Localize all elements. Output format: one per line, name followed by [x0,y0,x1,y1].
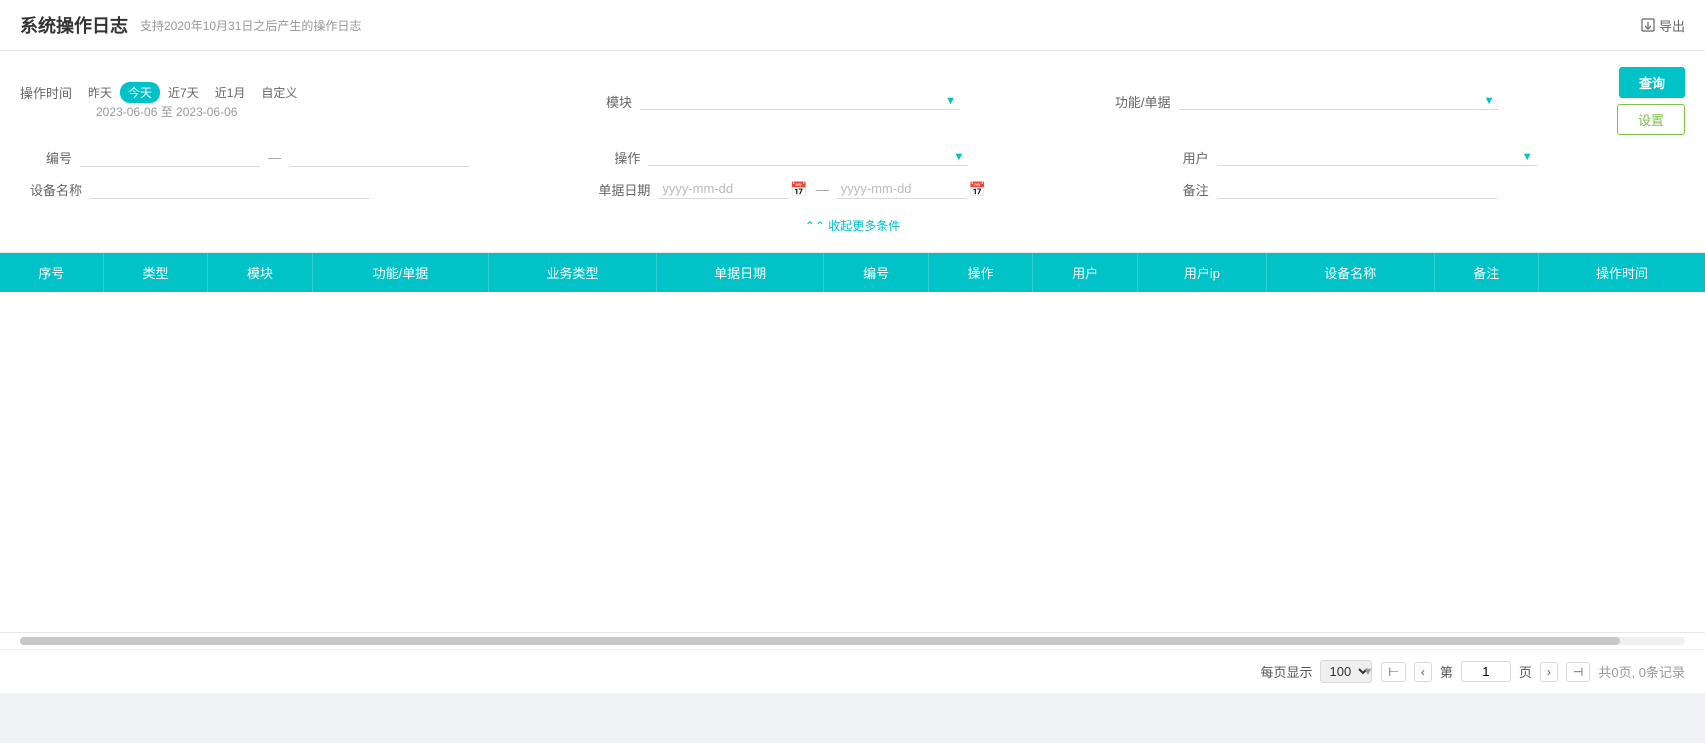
doc-date-dash: — [816,182,829,197]
func-filter-segment: 功能/单据 ▼ [1109,92,1598,111]
main-content: 序号 类型 模块 功能/单据 业务类型 单据日期 编号 操作 用户 用户ip 设… [0,253,1705,632]
collapse-up-icon: ⌃⌃ [805,219,828,233]
page-header: 系统操作日志 支持2020年10月31日之后产生的操作日志 导出 [0,0,1705,51]
collapse-button[interactable]: ⌃⌃ 收起更多条件 [805,217,900,234]
time-filter-segment: 操作时间 昨天 今天 近7天 近1月 自定义 2023-06-06 至 2023… [20,82,540,120]
time-btn-yesterday[interactable]: 昨天 [80,82,120,103]
col-op-time: 操作时间 [1539,253,1705,292]
data-table: 序号 类型 模块 功能/单据 业务类型 单据日期 编号 操作 用户 用户ip 设… [0,253,1705,292]
time-btn-custom[interactable]: 自定义 [253,82,305,103]
module-select[interactable]: ▼ [640,93,960,110]
col-code: 编号 [824,253,928,292]
code-dash: — [268,150,281,165]
operation-chevron-icon: ▼ [953,151,964,163]
export-label: 导出 [1659,16,1685,35]
collapse-label: 收起更多条件 [828,219,900,233]
page-size-select[interactable]: 100 50 200 [1320,660,1372,683]
last-page-button[interactable]: ⊣ [1566,662,1590,682]
calendar-from-icon[interactable]: 📅 [790,181,807,198]
page-summary: 共0页, 0条记录 [1598,662,1685,681]
remark-label: 备注 [1157,180,1217,199]
empty-area [0,292,1705,632]
page-subtitle: 支持2020年10月31日之后产生的操作日志 [140,17,361,34]
table-header: 序号 类型 模块 功能/单据 业务类型 单据日期 编号 操作 用户 用户ip 设… [0,253,1705,292]
filter-row-1: 操作时间 昨天 今天 近7天 近1月 自定义 2023-06-06 至 2023… [20,67,1685,135]
col-operation: 操作 [928,253,1032,292]
func-label: 功能/单据 [1109,92,1179,111]
first-page-button[interactable]: ⊢ [1381,662,1405,682]
operation-select[interactable]: ▼ [648,149,968,166]
col-user: 用户 [1033,253,1137,292]
table-header-row: 序号 类型 模块 功能/单据 业务类型 单据日期 编号 操作 用户 用户ip 设… [0,253,1705,292]
scrollbar-thumb[interactable] [20,637,1620,645]
col-type: 类型 [103,253,207,292]
col-biz-type: 业务类型 [489,253,657,292]
col-user-ip: 用户ip [1137,253,1266,292]
time-label: 操作时间 [20,83,80,102]
filter-row-2: 编号 — 操作 ▼ 用户 ▼ [20,147,1685,167]
export-button[interactable]: 导出 [1641,16,1685,35]
module-label: 模块 [580,92,640,111]
settings-button[interactable]: 设置 [1617,104,1685,135]
time-btn-7days[interactable]: 近7天 [160,82,207,103]
collapse-bar: ⌃⌃ 收起更多条件 [20,211,1685,244]
col-index: 序号 [0,253,103,292]
time-date-range: 2023-06-06 至 2023-06-06 [96,105,237,119]
device-filter-segment: 设备名称 [20,179,548,199]
page-title: 系统操作日志 [20,12,128,38]
remark-filter-segment: 备注 [1157,179,1685,199]
scroll-bar-area [0,632,1705,649]
doc-date-filter-segment: 单据日期 📅 — 📅 [588,179,1116,199]
query-button[interactable]: 查询 [1619,67,1685,98]
doc-date-to-input[interactable] [837,179,967,199]
calendar-to-icon[interactable]: 📅 [969,181,986,198]
time-btn-today[interactable]: 今天 [120,82,160,103]
code-from-input[interactable] [80,147,260,167]
doc-date-from-input[interactable] [658,179,788,199]
col-device: 设备名称 [1266,253,1434,292]
user-select[interactable]: ▼ [1217,149,1537,166]
code-filter-segment: 编号 — [20,147,548,167]
device-input[interactable] [90,179,370,199]
operation-filter-segment: 操作 ▼ [588,148,1116,167]
time-btn-1month[interactable]: 近1月 [207,82,254,103]
code-to-input[interactable] [289,147,469,167]
func-chevron-icon: ▼ [1484,95,1495,107]
module-filter-segment: 模块 ▼ [580,92,1069,111]
page-container: 系统操作日志 支持2020年10月31日之后产生的操作日志 导出 操作时间 昨天… [0,0,1705,743]
filter-row-3: 设备名称 单据日期 📅 — 📅 备注 [20,179,1685,199]
action-buttons: 查询 设置 [1617,67,1685,135]
page-unit: 页 [1519,662,1532,681]
page-label: 第 [1440,662,1453,681]
device-label: 设备名称 [20,180,90,199]
operation-label: 操作 [588,148,648,167]
col-doc-date: 单据日期 [656,253,824,292]
fake-scrollbar[interactable] [20,637,1685,645]
prev-page-button[interactable]: ‹ [1414,662,1432,682]
code-label: 编号 [20,148,80,167]
page-input[interactable] [1461,661,1511,682]
user-chevron-icon: ▼ [1522,151,1533,163]
col-module: 模块 [208,253,312,292]
time-filter-group: 昨天 今天 近7天 近1月 自定义 [80,82,305,103]
user-label: 用户 [1157,148,1217,167]
filter-area: 操作时间 昨天 今天 近7天 近1月 自定义 2023-06-06 至 2023… [0,51,1705,253]
user-filter-segment: 用户 ▼ [1157,148,1685,167]
next-page-button[interactable]: › [1540,662,1558,682]
module-chevron-icon: ▼ [945,95,956,107]
col-remark: 备注 [1434,253,1538,292]
col-func: 功能/单据 [312,253,488,292]
pagination-bar: 每页显示 100 50 200 ▼ ⊢ ‹ 第 页 › ⊣ 共0页, 0条记录 [0,649,1705,693]
func-select[interactable]: ▼ [1179,93,1499,110]
doc-date-label: 单据日期 [588,180,658,199]
export-icon [1641,18,1655,32]
header-left: 系统操作日志 支持2020年10月31日之后产生的操作日志 [20,12,361,38]
remark-input[interactable] [1217,179,1497,199]
page-size-label: 每页显示 [1260,662,1312,681]
